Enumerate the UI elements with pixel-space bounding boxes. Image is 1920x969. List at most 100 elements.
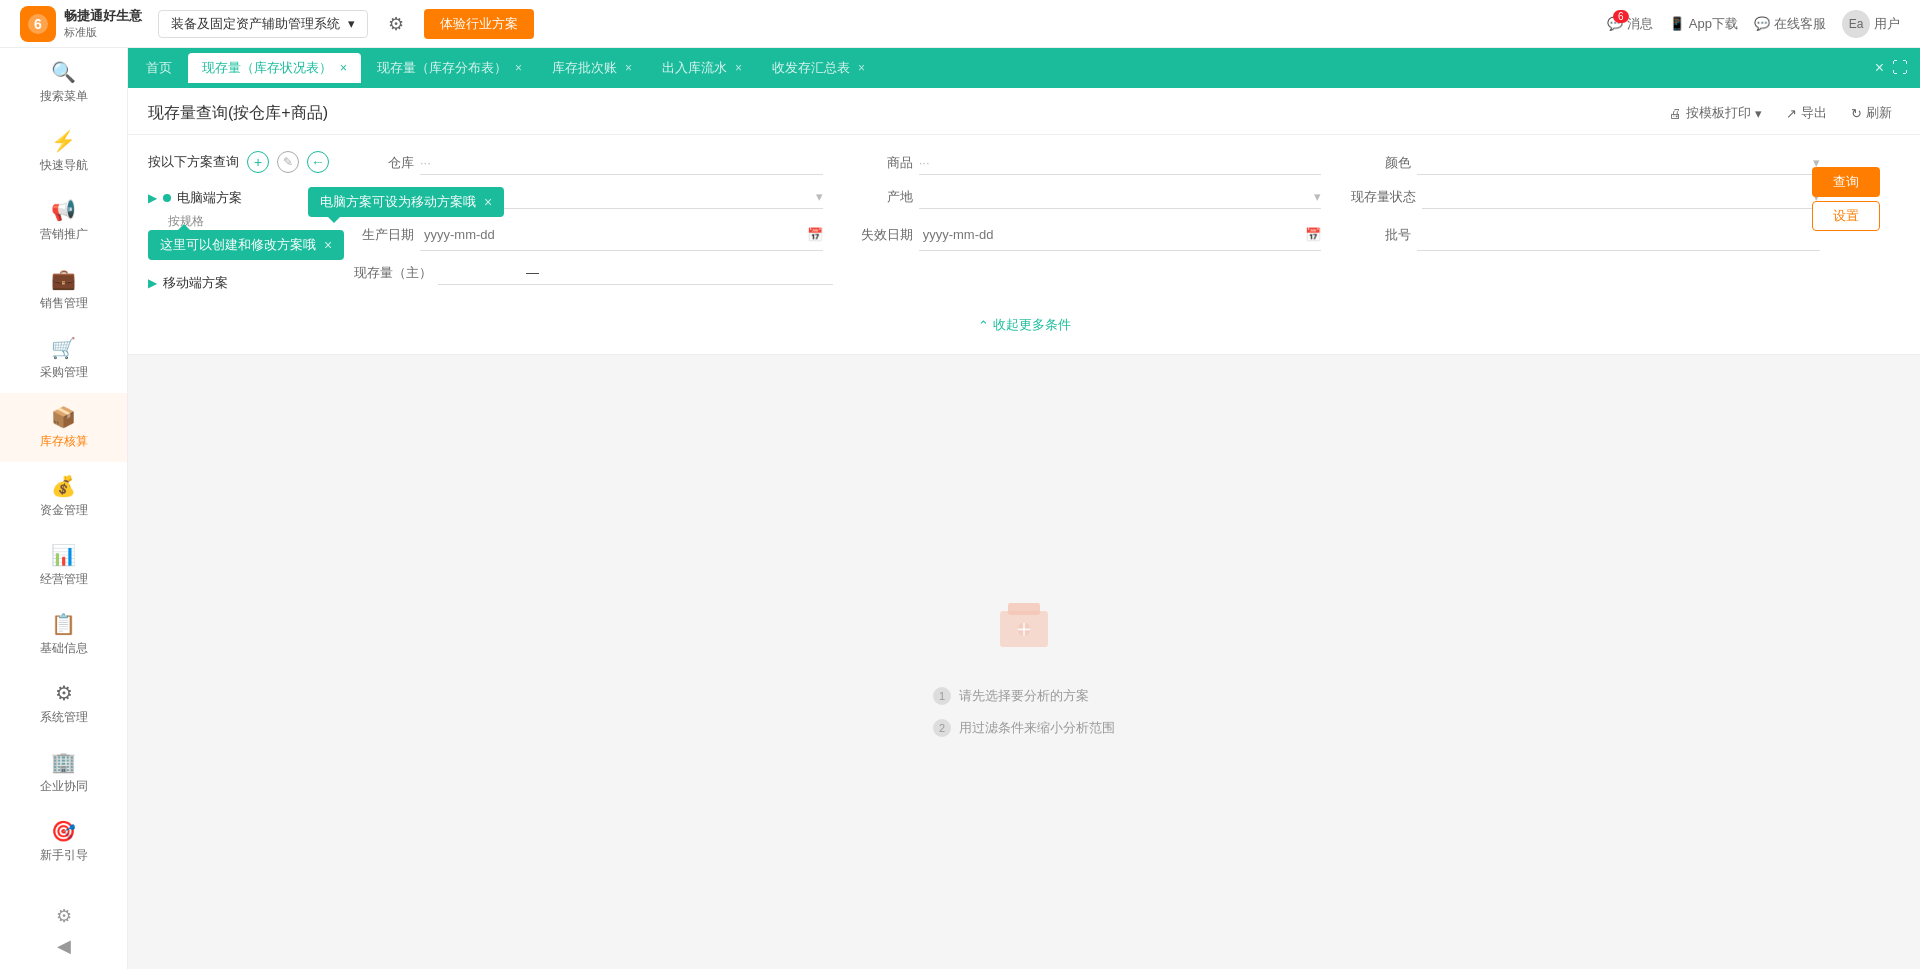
filter-batch: 批号 bbox=[1351, 219, 1820, 251]
trial-button[interactable]: 体验行业方案 bbox=[424, 9, 534, 39]
sidebar-item-inventory[interactable]: 📦库存核算 bbox=[0, 393, 127, 462]
tab-stock-dist[interactable]: 现存量（库存分布表）× bbox=[363, 53, 536, 83]
sidebar-item-label: 企业协同 bbox=[40, 778, 88, 795]
tab-stock-status[interactable]: 现存量（库存状况表） × bbox=[188, 53, 361, 83]
app-download-button[interactable]: 📱 App下载 bbox=[1669, 15, 1738, 33]
tab-close-stock-status[interactable]: × bbox=[340, 61, 347, 75]
empty-tips: 1 请先选择要分析的方案 2 用过滤条件来缩小分析范围 bbox=[933, 683, 1115, 741]
reset-button[interactable]: 设置 bbox=[1812, 201, 1880, 231]
sidebar-item-sales[interactable]: 💼 销售管理 bbox=[0, 255, 127, 324]
online-service-button[interactable]: 💬 在线客服 bbox=[1754, 15, 1826, 33]
tooltip1-close[interactable]: × bbox=[484, 194, 492, 210]
brand-text: 畅捷通好生意 标准版 bbox=[64, 7, 142, 41]
tab-close-inout-flow[interactable]: × bbox=[735, 61, 742, 75]
app-logo: 6 bbox=[20, 6, 56, 42]
sidebar-item-purchase[interactable]: 🛒 采购管理 bbox=[0, 324, 127, 393]
filter-color: 颜色 ▾ bbox=[1351, 151, 1820, 175]
quick-nav-icon: ⚡ bbox=[51, 129, 76, 153]
sidebar-item-quick-nav[interactable]: ⚡快速导航 bbox=[0, 117, 127, 186]
guide-icon: 🎯 bbox=[51, 819, 76, 843]
filter-warehouse: 仓库 ··· bbox=[354, 151, 823, 175]
mobile-scheme-node[interactable]: ▶ 移动端方案 bbox=[148, 270, 338, 296]
sidebar-item-search-menu[interactable]: 🔍搜索菜单 bbox=[0, 48, 127, 117]
tab-recv-summary[interactable]: 收发存汇总表 × bbox=[758, 53, 879, 83]
batch-input[interactable] bbox=[1417, 223, 1820, 246]
tab-label-home: 首页 bbox=[146, 59, 172, 77]
sidebar-item-label: 新手引导 bbox=[40, 847, 88, 864]
tab-batch-ledger[interactable]: 库存批次账 × bbox=[538, 53, 646, 83]
filter-stock-status: 现存量状态 ▾ bbox=[1351, 185, 1820, 209]
sidebar-item-operations[interactable]: 📊 经营管理 bbox=[0, 531, 127, 600]
collapse-button[interactable]: ⌃ 收起更多条件 bbox=[148, 308, 1900, 338]
sidebar-item-label: 系统管理 bbox=[40, 709, 88, 726]
sidebar-item-label: 经营管理 bbox=[40, 571, 88, 588]
stock-qty-min-input[interactable] bbox=[438, 265, 518, 280]
filter-add-button[interactable]: + bbox=[247, 151, 269, 173]
tab-label-recv-summary: 收发存汇总表 bbox=[772, 59, 850, 77]
sidebar-item-system[interactable]: ⚙ 系统管理 bbox=[0, 669, 127, 738]
export-button[interactable]: ↗ 导出 bbox=[1778, 100, 1835, 126]
sidebar-item-label: 基础信息 bbox=[40, 640, 88, 657]
sidebar-item-label: 资金管理 bbox=[40, 502, 88, 519]
sidebar-item-guide[interactable]: 🎯 新手引导 bbox=[0, 807, 127, 876]
operations-icon: 📊 bbox=[51, 543, 76, 567]
prod-date-calendar-icon[interactable]: 📅 bbox=[807, 227, 823, 242]
filter-origin: 产地 ▾ bbox=[853, 185, 1322, 209]
marketing-icon: 📢 bbox=[51, 198, 76, 222]
filter-stock-qty: 现存量（主） — bbox=[354, 261, 833, 285]
product-picker[interactable]: ··· bbox=[919, 155, 930, 170]
tab-close-all[interactable]: × bbox=[1875, 59, 1884, 77]
system-selector[interactable]: 装备及固定资产辅助管理系统 ▾ bbox=[158, 10, 368, 38]
tab-close-stock-dist[interactable]: × bbox=[515, 61, 522, 75]
search-button[interactable]: 查询 bbox=[1812, 167, 1880, 197]
prod-date-input[interactable] bbox=[420, 223, 807, 246]
purchase-icon: 🛒 bbox=[51, 336, 76, 360]
user-menu[interactable]: Ea 用户 bbox=[1842, 10, 1900, 38]
page-title: 现存量查询(按仓库+商品) bbox=[148, 103, 328, 124]
svg-rect-3 bbox=[1008, 603, 1040, 615]
filter-prod-date: 生产日期 📅 bbox=[354, 219, 823, 251]
filter-edit-button[interactable]: ✎ bbox=[277, 151, 299, 173]
search-btn-group: 查询 设置 bbox=[1812, 167, 1880, 231]
tab-home[interactable]: 首页 bbox=[132, 53, 186, 83]
sidebar-item-label: 采购管理 bbox=[40, 364, 88, 381]
filter-label: 按以下方案查询 bbox=[148, 153, 239, 171]
sidebar-collapse-icon[interactable]: ◀ bbox=[57, 935, 71, 957]
sidebar-item-marketing[interactable]: 📢 营销推广 bbox=[0, 186, 127, 255]
avatar: Ea bbox=[1842, 10, 1870, 38]
stock-qty-max-input[interactable] bbox=[547, 265, 833, 280]
tooltip-desktop-scheme: 电脑方案可设为移动方案哦 × bbox=[308, 187, 504, 217]
sidebar-item-enterprise[interactable]: 🏢企业协同 bbox=[0, 738, 127, 807]
sales-icon: 💼 bbox=[51, 267, 76, 291]
svg-text:6: 6 bbox=[34, 16, 42, 32]
sidebar-settings-icon[interactable]: ⚙ bbox=[56, 905, 72, 927]
warehouse-picker[interactable]: ··· bbox=[420, 155, 431, 170]
expire-date-input[interactable] bbox=[919, 223, 1306, 246]
filter-expire-date: 失效日期 📅 bbox=[853, 219, 1322, 251]
tab-label-batch-ledger: 库存批次账 bbox=[552, 59, 617, 77]
sidebar-item-finance[interactable]: 💰 资金管理 bbox=[0, 462, 127, 531]
system-icon: ⚙ bbox=[55, 681, 73, 705]
finance-icon: 💰 bbox=[51, 474, 76, 498]
origin-dropdown-icon[interactable]: ▾ bbox=[1314, 189, 1321, 204]
tooltip2-close[interactable]: × bbox=[324, 237, 332, 253]
refresh-button[interactable]: ↻ 刷新 bbox=[1843, 100, 1900, 126]
tab-fullscreen[interactable]: ⛶ bbox=[1892, 59, 1908, 77]
tab-close-batch-ledger[interactable]: × bbox=[625, 61, 632, 75]
sidebar-item-basic-info[interactable]: 📋 基础信息 bbox=[0, 600, 127, 669]
tab-inout-flow[interactable]: 出入库流水× bbox=[648, 53, 756, 83]
sidebar-item-label: 营销推广 bbox=[40, 226, 88, 243]
tab-close-recv-summary[interactable]: × bbox=[858, 61, 865, 75]
sidebar-item-label: 库存核算 bbox=[40, 433, 88, 450]
settings-icon[interactable]: ⚙ bbox=[384, 9, 408, 39]
filter-product: 商品 ··· bbox=[853, 151, 1322, 175]
message-button[interactable]: 💬 6 消息 bbox=[1607, 15, 1653, 33]
search-menu-icon: 🔍 bbox=[51, 60, 76, 84]
size-dropdown-icon[interactable]: ▾ bbox=[816, 189, 823, 204]
print-button[interactable]: 🖨 按模板打印 ▾ bbox=[1661, 100, 1770, 126]
expire-date-calendar-icon[interactable]: 📅 bbox=[1305, 227, 1321, 242]
sidebar-item-label: 销售管理 bbox=[40, 295, 88, 312]
filter-back-button[interactable]: ← bbox=[307, 151, 329, 173]
basic-info-icon: 📋 bbox=[51, 612, 76, 636]
tab-label-stock-status: 现存量（库存状况表） bbox=[202, 59, 332, 77]
